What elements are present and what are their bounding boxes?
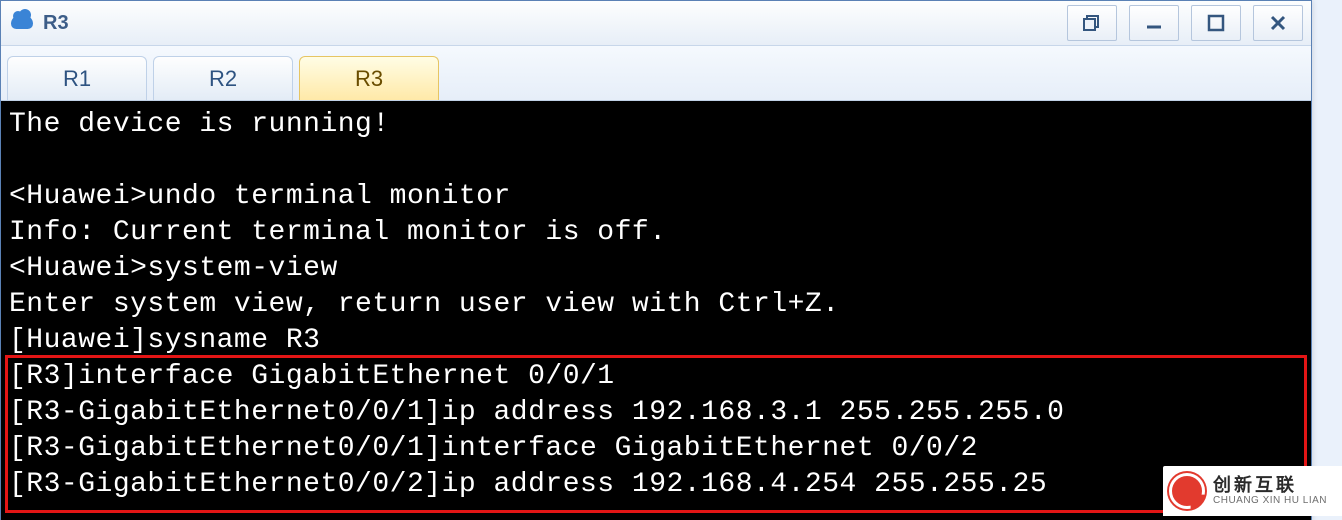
restore-icon — [1082, 13, 1102, 33]
titlebar[interactable]: R3 — [1, 1, 1311, 46]
watermark-logo-icon — [1167, 471, 1207, 511]
minimize-icon — [1144, 13, 1164, 33]
watermark: 创新互联 CHUANG XIN HU LIAN — [1163, 466, 1342, 516]
tab-r1[interactable]: R1 — [7, 56, 147, 100]
terminal-output: The device is running! <Huawei>undo term… — [1, 101, 1311, 503]
app-cloud-icon — [11, 13, 35, 33]
terminal-window: R3 R1 R2 R3 The device is running! <Huaw… — [0, 0, 1312, 520]
close-button[interactable] — [1253, 5, 1303, 41]
maximize-icon — [1206, 13, 1226, 33]
minimize-button[interactable] — [1129, 5, 1179, 41]
watermark-text-cn: 创新互联 — [1213, 476, 1327, 496]
restore-extra-button[interactable] — [1067, 5, 1117, 41]
tab-strip: R1 R2 R3 — [1, 46, 1311, 101]
maximize-button[interactable] — [1191, 5, 1241, 41]
tab-r2[interactable]: R2 — [153, 56, 293, 100]
terminal-area[interactable]: The device is running! <Huawei>undo term… — [1, 101, 1311, 520]
tab-r3[interactable]: R3 — [299, 56, 439, 100]
watermark-text-pinyin: CHUANG XIN HU LIAN — [1213, 495, 1327, 506]
close-icon — [1268, 13, 1288, 33]
window-title: R3 — [43, 12, 69, 35]
